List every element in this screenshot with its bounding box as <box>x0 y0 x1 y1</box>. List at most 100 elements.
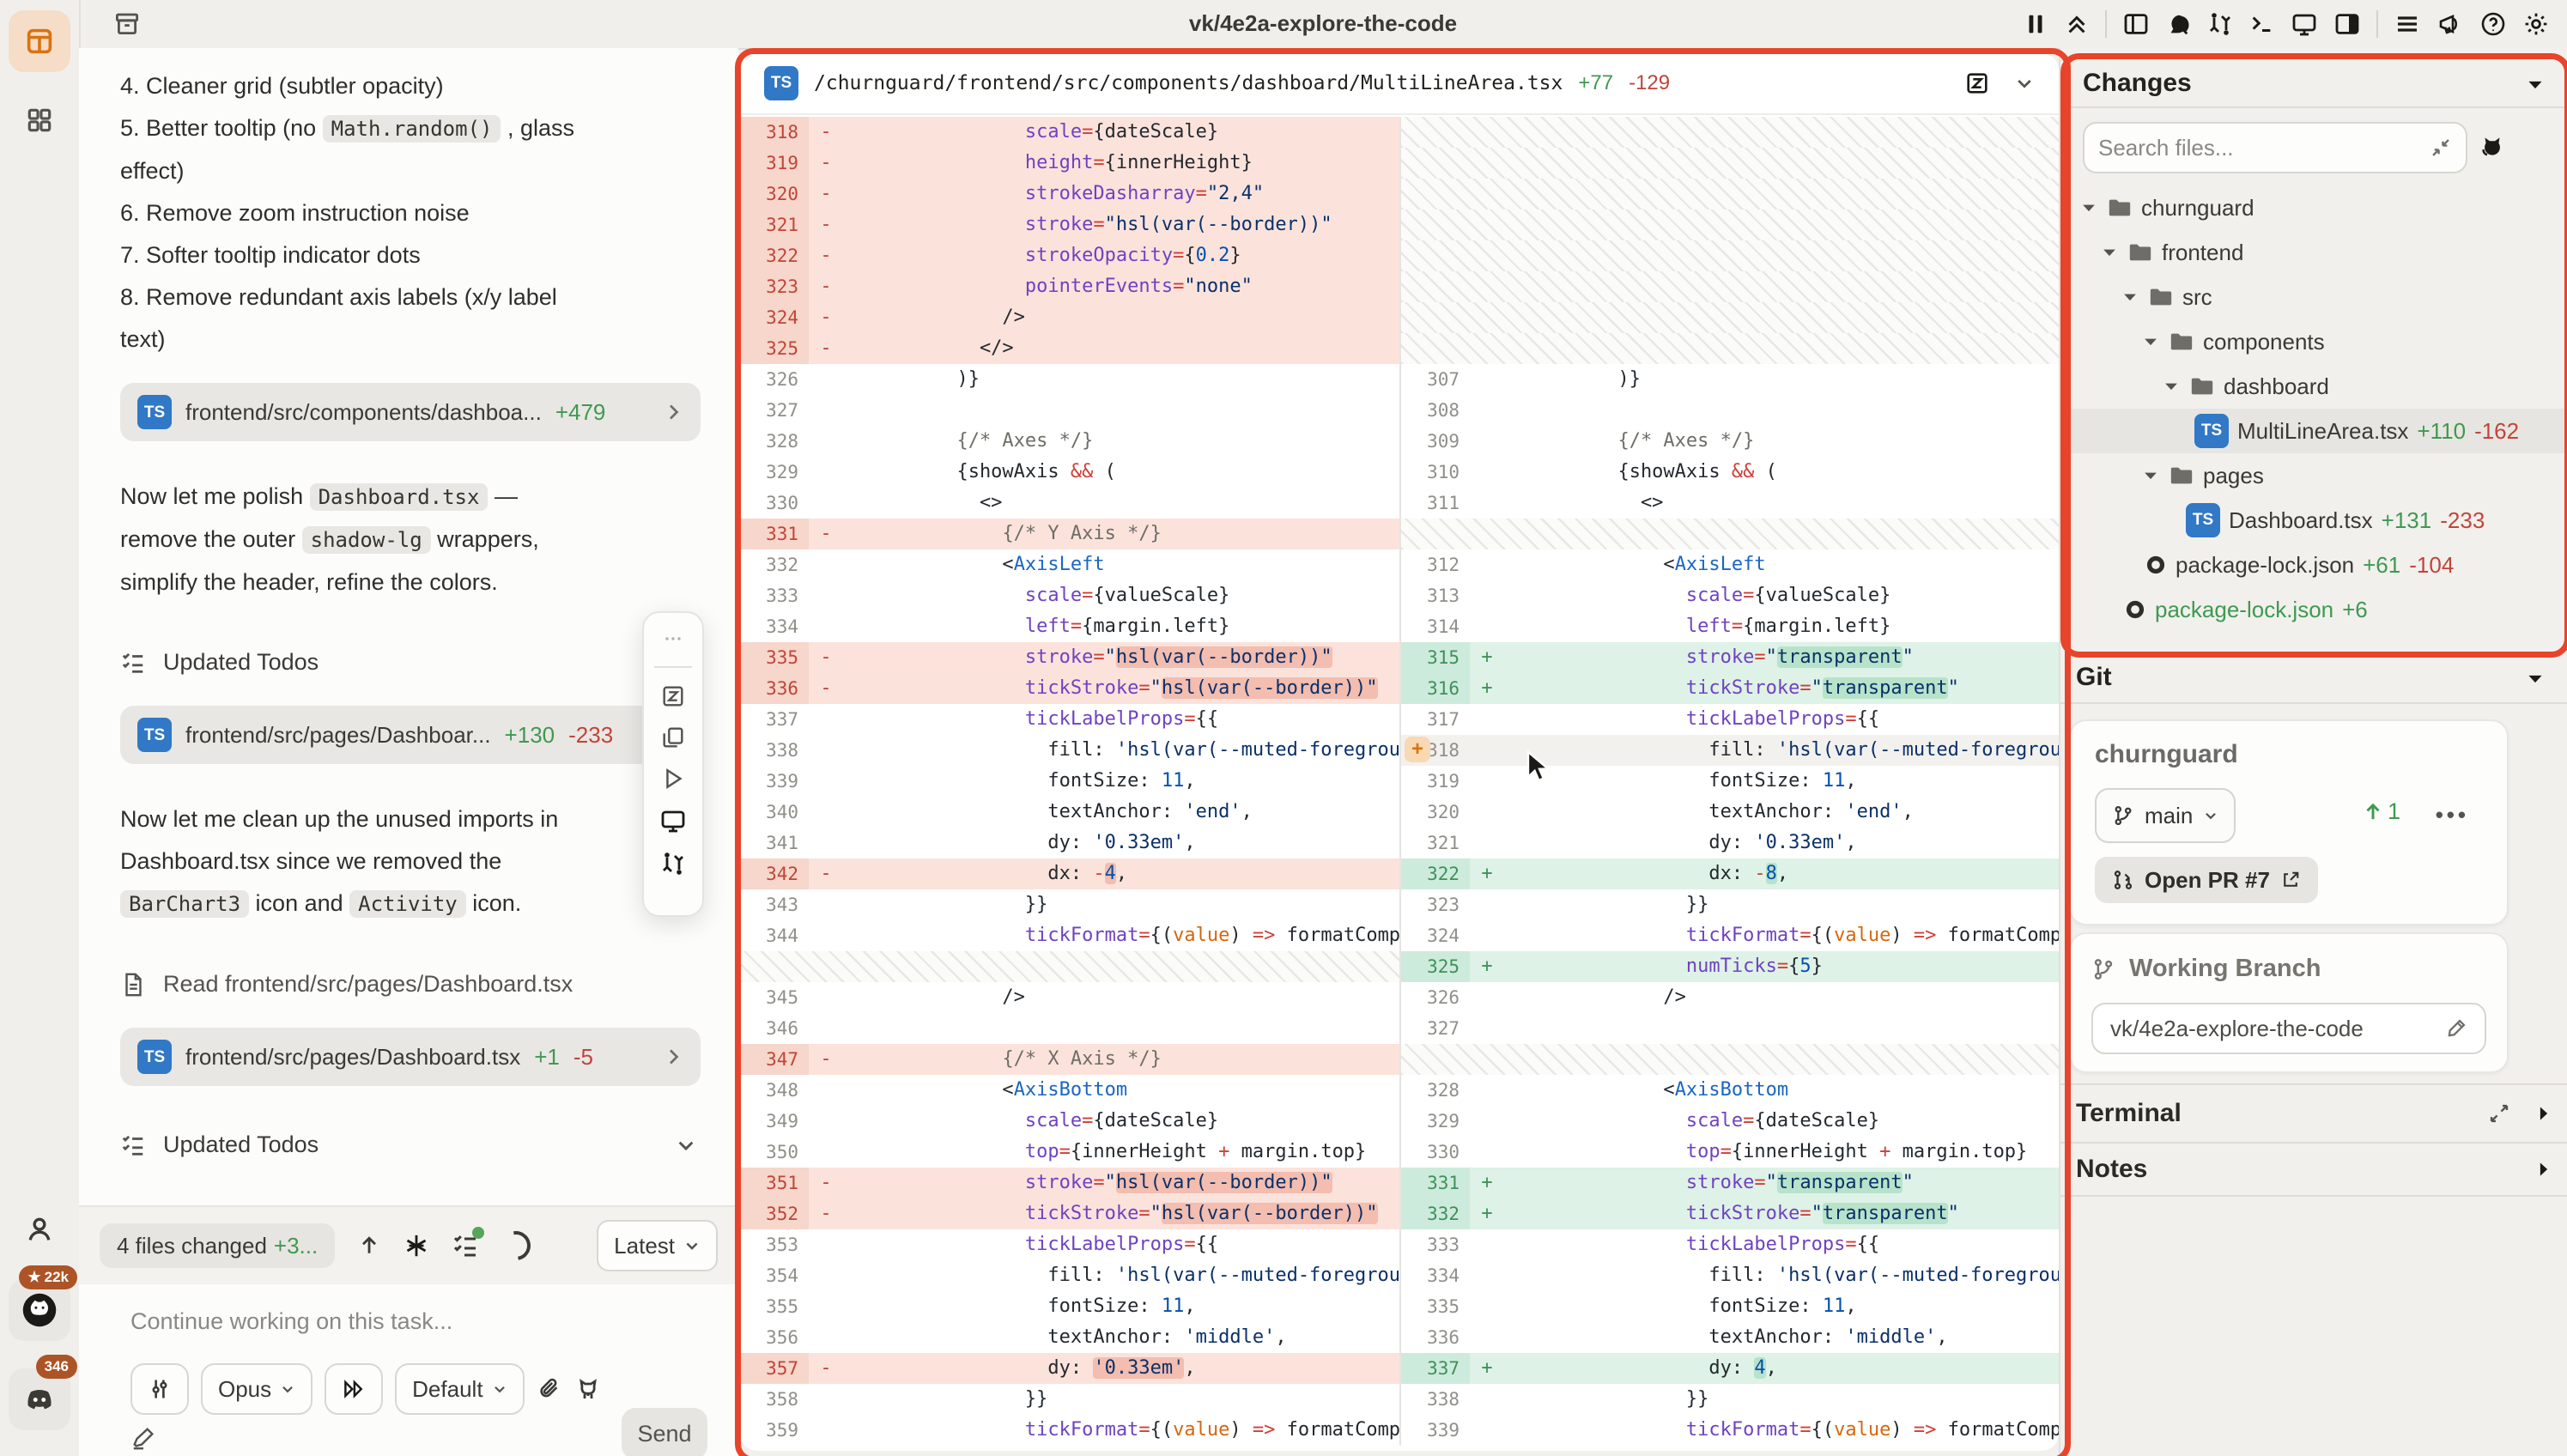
cat-review-icon[interactable] <box>2478 132 2507 161</box>
tree-item-frontend[interactable]: frontend <box>2072 230 2515 275</box>
git-compare-icon[interactable] <box>659 850 687 877</box>
help-icon[interactable] <box>2479 10 2507 38</box>
line-number: 330 <box>740 488 809 519</box>
panel-left-icon[interactable] <box>2122 10 2150 38</box>
tree-item-components[interactable]: components <box>2072 319 2515 364</box>
caret-down-icon[interactable] <box>2121 288 2139 306</box>
cat-icon[interactable] <box>574 1375 602 1403</box>
send-button[interactable]: Send <box>622 1408 707 1456</box>
person-icon[interactable] <box>9 1198 70 1260</box>
updated-todos-row[interactable]: Updated Todos <box>120 1124 707 1166</box>
asterisk-icon[interactable] <box>404 1233 429 1259</box>
diff-marker <box>809 1384 843 1415</box>
line-number: 353 <box>740 1229 809 1260</box>
git-compare-icon[interactable] <box>2206 10 2234 38</box>
megaphone-icon[interactable] <box>2437 10 2464 38</box>
collapse-diff-icon[interactable] <box>2014 73 2035 94</box>
separator <box>2105 10 2107 38</box>
github-icon[interactable]: ★22k <box>9 1279 70 1341</box>
open-pr-button[interactable]: Open PR #7 <box>2095 857 2318 903</box>
git-collapse-icon[interactable] <box>2526 670 2545 689</box>
updated-todos-row[interactable]: Updated Todos <box>120 641 707 683</box>
snapshot-icon[interactable] <box>660 683 686 709</box>
diff-marker <box>1470 1322 1504 1353</box>
chevron-down-icon[interactable] <box>675 1134 697 1156</box>
expand-terminal-icon[interactable] <box>2488 1102 2510 1125</box>
working-branch-input[interactable]: vk/4e2a-explore-the-code <box>2091 1003 2486 1054</box>
composer-input[interactable]: Continue working on this task... <box>130 1308 452 1335</box>
terminal-icon[interactable] <box>2249 11 2275 37</box>
copy-icon[interactable] <box>660 725 686 750</box>
discord-icon[interactable]: 346 <box>9 1368 70 1430</box>
terminal-section[interactable]: Terminal <box>2076 1085 2553 1142</box>
read-file-row[interactable]: Read frontend/src/pages/Dashboard.tsx <box>120 963 707 1005</box>
change-view-icon[interactable] <box>1964 70 1990 96</box>
todo-list-icon[interactable] <box>452 1232 479 1259</box>
tree-item-src[interactable]: src <box>2072 275 2515 319</box>
folder-icon <box>2169 463 2194 488</box>
panel-right-icon[interactable] <box>2333 10 2361 38</box>
settings-icon[interactable] <box>2522 10 2550 38</box>
tree-item-multilinearea-tsx[interactable]: TSMultiLineArea.tsx+110-162 <box>2060 409 2567 453</box>
discord-count-badge: 346 <box>36 1355 77 1379</box>
display-icon[interactable] <box>2291 10 2318 38</box>
display-icon[interactable] <box>659 807 687 834</box>
board-icon[interactable] <box>9 10 70 72</box>
collapse-up-icon[interactable] <box>2064 11 2090 37</box>
tree-item-package-lock-json[interactable]: package-lock.json+6 <box>2072 587 2515 632</box>
tree-item-label: Dashboard.tsx <box>2229 507 2373 534</box>
caret-down-icon[interactable] <box>2141 332 2160 351</box>
caret-down-icon[interactable] <box>2141 466 2160 485</box>
diff-code-row: 336 textAnchor: 'middle', <box>1401 1322 2059 1353</box>
composer-settings-button[interactable] <box>130 1363 189 1415</box>
tree-item-package-lock-json[interactable]: package-lock.json+61-104 <box>2072 543 2515 587</box>
diff-marker <box>1470 1229 1504 1260</box>
changes-collapse-icon[interactable] <box>2526 76 2545 94</box>
file-change-chip[interactable]: TS frontend/src/pages/Dashboard.tsx +1 -… <box>120 1028 701 1086</box>
file-change-chip[interactable]: TS frontend/src/components/dashboa... +4… <box>120 383 701 441</box>
notes-section[interactable]: Notes <box>2076 1144 2553 1195</box>
collapse-tree-icon[interactable] <box>2430 136 2452 159</box>
diff-marker <box>809 982 843 1013</box>
file-change-chip[interactable]: TS frontend/src/pages/Dashboar... +130 -… <box>120 706 701 764</box>
diff-code-row: 317 tickLabelProps={{ <box>1401 704 2059 735</box>
code-line: left={margin.left} <box>843 611 1399 642</box>
attachment-icon[interactable] <box>537 1376 562 1402</box>
fast-forward-button[interactable] <box>325 1363 383 1415</box>
latest-dropdown[interactable]: Latest <box>597 1220 718 1271</box>
edit-branch-icon[interactable] <box>2445 1017 2467 1040</box>
diff-code-row: 356 textAnchor: 'middle', <box>740 1322 1399 1353</box>
caret-down-icon[interactable] <box>2162 377 2181 396</box>
git-more-menu[interactable]: ••• <box>2436 802 2469 828</box>
model-selector[interactable]: Opus <box>201 1363 313 1415</box>
mode-selector[interactable]: Default <box>395 1363 524 1415</box>
branch-selector[interactable]: main <box>2095 788 2236 843</box>
files-changed-chip[interactable]: 4 files changed+3... <box>100 1223 335 1268</box>
caret-down-icon[interactable] <box>2100 243 2119 262</box>
assistant-paragraph: Now let me clean up the unused imports i… <box>120 798 707 925</box>
terminal-expand-chevron[interactable] <box>2534 1104 2553 1123</box>
archive-box-icon[interactable] <box>113 10 141 38</box>
grid-icon[interactable] <box>9 89 70 151</box>
search-files-input[interactable]: Search files... <box>2083 122 2467 173</box>
notes-expand-chevron[interactable] <box>2534 1160 2553 1179</box>
tree-item-churnguard[interactable]: churnguard <box>2072 185 2515 230</box>
pause-icon[interactable] <box>2023 11 2048 37</box>
chat-bubble-icon[interactable] <box>2165 11 2191 37</box>
typescript-file-icon: TS <box>137 395 172 429</box>
tree-item-dashboard[interactable]: dashboard <box>2072 364 2515 409</box>
tree-item-pages[interactable]: pages <box>2072 453 2515 498</box>
tree-item-dashboard-tsx[interactable]: TSDashboard.tsx+131-233 <box>2072 498 2515 543</box>
caret-down-icon[interactable] <box>2079 198 2098 217</box>
diff-marker <box>809 549 843 580</box>
diff-body[interactable]: 318- scale={dateScale}319- height={inner… <box>740 117 2059 1451</box>
highlighter-icon[interactable] <box>130 1425 156 1451</box>
diff-code-row: 329 scale={dateScale} <box>1401 1106 2059 1137</box>
code-line: dy: '0.33em', <box>843 828 1399 858</box>
arrow-up-icon[interactable] <box>357 1234 381 1258</box>
add-comment-button[interactable]: + <box>1405 737 1430 762</box>
play-icon[interactable] <box>660 766 686 792</box>
chevron-right-icon <box>663 1046 683 1067</box>
diff-marker: - <box>809 209 843 240</box>
menu-icon[interactable] <box>2394 10 2421 38</box>
